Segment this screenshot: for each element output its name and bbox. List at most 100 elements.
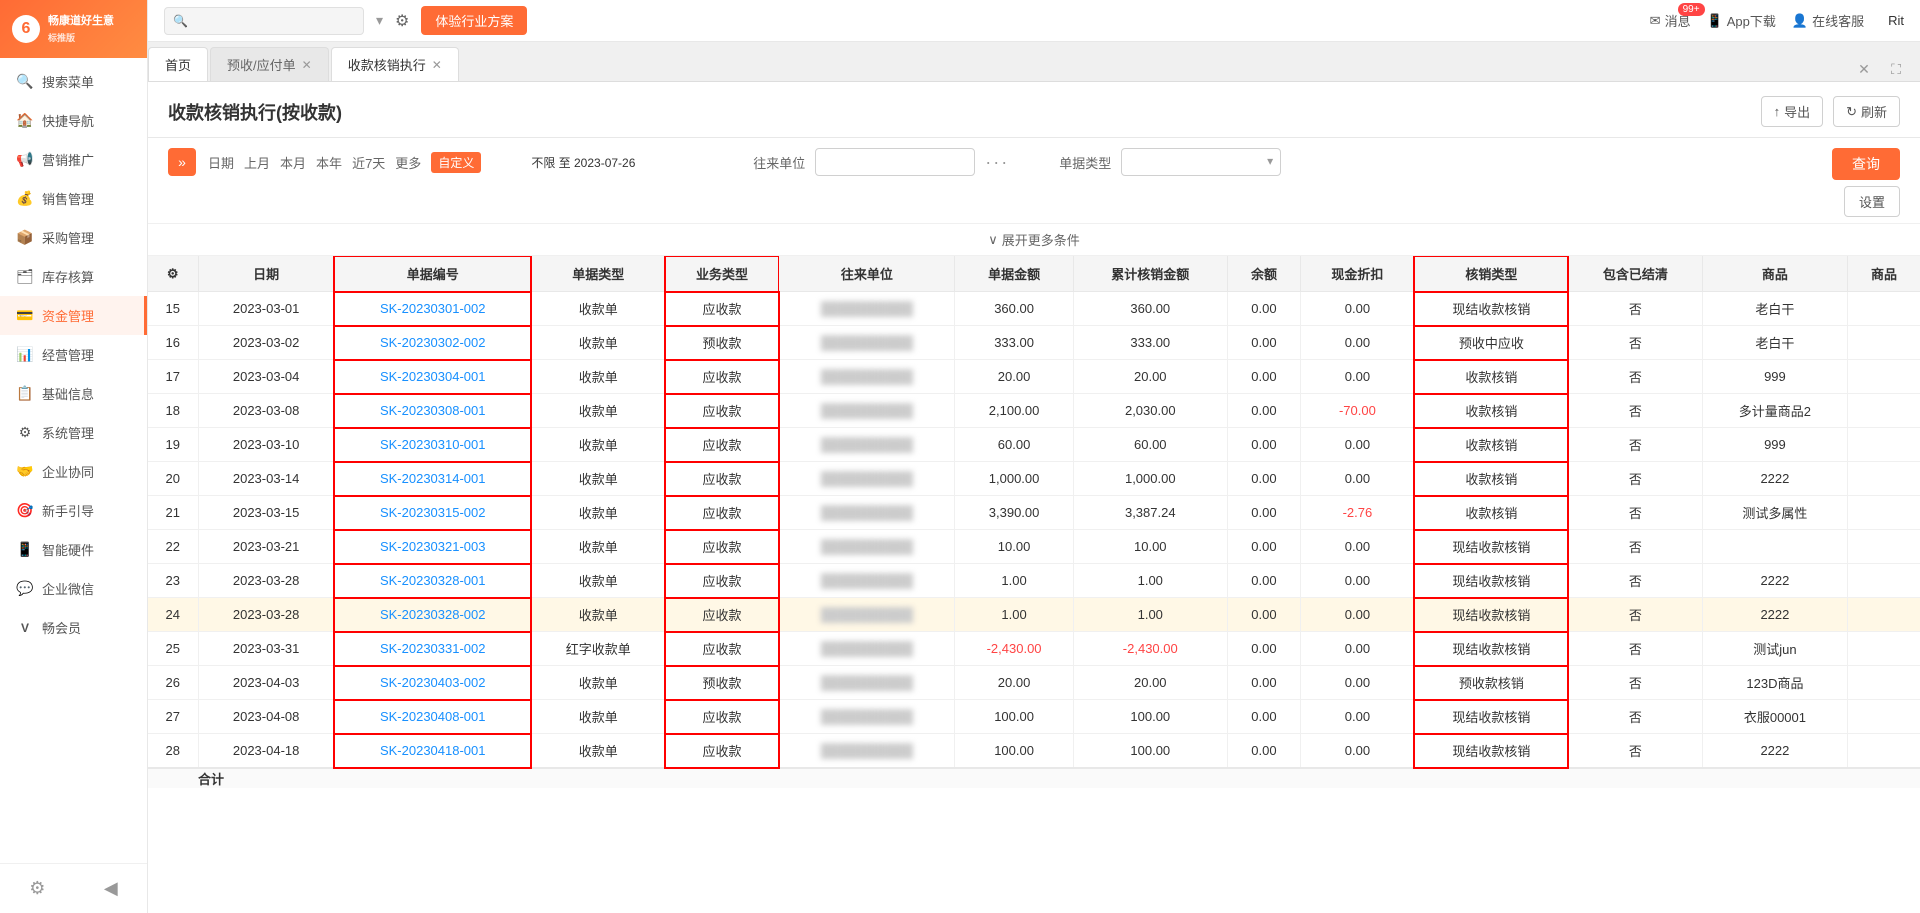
industry-btn[interactable]: 体验行业方案 [421, 6, 527, 35]
close-window-btn[interactable]: ✕ [1852, 57, 1876, 81]
sidebar-item-marketing[interactable]: 📢 营销推广 [0, 140, 147, 179]
sidebar: 6 畅康道好生意 标推版 🔍 搜索菜单 🏠 快捷导航 📢 营销推广 💰 销售管理… [0, 0, 148, 913]
col-header-gear[interactable]: ⚙ [148, 256, 198, 292]
doc-no-link[interactable]: SK-20230418-001 [380, 743, 486, 758]
tab-home[interactable]: 首页 [148, 47, 208, 81]
settings-icon[interactable]: ⚙ [395, 11, 409, 31]
date-opt-7days[interactable]: 近7天 [352, 153, 385, 172]
row-doc-no[interactable]: SK-20230328-002 [334, 598, 531, 632]
sidebar-item-hardware[interactable]: 📱 智能硬件 [0, 530, 147, 569]
row-doc-no[interactable]: SK-20230314-001 [334, 462, 531, 496]
tab-prepay-close[interactable]: ✕ [302, 58, 312, 72]
row-doc-no[interactable]: SK-20230308-001 [334, 394, 531, 428]
row-balance: 0.00 [1227, 530, 1300, 564]
doc-no-link[interactable]: SK-20230304-001 [380, 369, 486, 384]
dropdown-arrow[interactable]: ▾ [376, 12, 383, 29]
sidebar-item-purchase[interactable]: 📦 采购管理 [0, 218, 147, 257]
sidebar-item-basic[interactable]: 📋 基础信息 [0, 374, 147, 413]
doc-no-link[interactable]: SK-20230331-002 [380, 641, 486, 656]
row-verify-type: 现结收款核销 [1414, 632, 1568, 666]
filter-toggle-btn[interactable]: » [168, 148, 196, 176]
row-doc-no[interactable]: SK-20230302-002 [334, 326, 531, 360]
query-btn[interactable]: 查询 [1832, 148, 1900, 180]
row-balance: 0.00 [1227, 666, 1300, 700]
tab-prepay[interactable]: 预收/应付单 ✕ [210, 47, 329, 81]
sidebar-item-inventory[interactable]: 🗂 库存核算 [0, 257, 147, 296]
row-verify-type: 现结收款核销 [1414, 734, 1568, 769]
date-opt-more[interactable]: 更多 [395, 153, 421, 172]
message-btn[interactable]: ✉ 消息 99+ [1650, 11, 1691, 30]
support-btn[interactable]: 👤 在线客服 [1792, 11, 1864, 30]
row-doc-type: 收款单 [531, 496, 665, 530]
doc-no-link[interactable]: SK-20230314-001 [380, 471, 486, 486]
app-name: 畅康道好生意 [48, 14, 114, 28]
row-doc-no[interactable]: SK-20230403-002 [334, 666, 531, 700]
date-opt-thisyear[interactable]: 本年 [316, 153, 342, 172]
doc-no-link[interactable]: SK-20230321-003 [380, 539, 486, 554]
doc-no-link[interactable]: SK-20230302-002 [380, 335, 486, 350]
date-custom-btn[interactable]: 自定义 [431, 152, 481, 173]
row-doc-no[interactable]: SK-20230321-003 [334, 530, 531, 564]
tab-collection[interactable]: 收款核销执行 ✕ [331, 47, 459, 81]
row-partner: ██████████ [779, 326, 955, 360]
row-date: 2023-03-08 [198, 394, 334, 428]
receipt-type-select[interactable] [1121, 148, 1281, 176]
doc-no-link[interactable]: SK-20230315-002 [380, 505, 486, 520]
doc-no-link[interactable]: SK-20230310-001 [380, 437, 486, 452]
doc-no-link[interactable]: SK-20230328-002 [380, 607, 486, 622]
table-footer-row: 合计 [148, 768, 1920, 788]
sidebar-item-guide[interactable]: 🎯 新手引导 [0, 491, 147, 530]
row-doc-type: 收款单 [531, 734, 665, 769]
row-amount: 1.00 [955, 598, 1073, 632]
expand-more-btn[interactable]: ∨ 展开更多条件 [988, 230, 1080, 249]
row-biz-type: 应收款 [665, 734, 779, 769]
doc-no-link[interactable]: SK-20230403-002 [380, 675, 486, 690]
row-doc-no[interactable]: SK-20230331-002 [334, 632, 531, 666]
doc-no-link[interactable]: SK-20230301-002 [380, 301, 486, 316]
row-verify-type: 收款核销 [1414, 394, 1568, 428]
maximize-btn[interactable]: ⛶ [1884, 57, 1908, 81]
doc-no-link[interactable]: SK-20230308-001 [380, 403, 486, 418]
sidebar-item-system[interactable]: ⚙ 系统管理 [0, 413, 147, 452]
row-doc-no[interactable]: SK-20230304-001 [334, 360, 531, 394]
doc-no-link[interactable]: SK-20230328-001 [380, 573, 486, 588]
row-no: 17 [148, 360, 198, 394]
sidebar-footer: ⚙ ◀ [0, 863, 147, 913]
tab-collection-close[interactable]: ✕ [432, 58, 442, 72]
filter-settings-btn[interactable]: 设置 [1844, 186, 1900, 217]
collapse-btn[interactable]: ◀ [98, 872, 124, 905]
sidebar-item-quick[interactable]: 🏠 快捷导航 [0, 101, 147, 140]
search-box[interactable]: 🔍 [164, 7, 364, 35]
row-partner: ██████████ [779, 428, 955, 462]
sidebar-item-search[interactable]: 🔍 搜索菜单 [0, 62, 147, 101]
app-download-btn[interactable]: 📱 App下载 [1707, 11, 1776, 30]
row-doc-no[interactable]: SK-20230408-001 [334, 700, 531, 734]
user-name[interactable]: Rit [1888, 13, 1904, 28]
row-partner: ██████████ [779, 360, 955, 394]
doc-no-link[interactable]: SK-20230408-001 [380, 709, 486, 724]
partner-input[interactable] [815, 148, 975, 176]
refresh-btn[interactable]: ↻ 刷新 [1833, 96, 1900, 127]
row-doc-no[interactable]: SK-20230328-001 [334, 564, 531, 598]
sidebar-item-sales[interactable]: 💰 销售管理 [0, 179, 147, 218]
row-balance: 0.00 [1227, 462, 1300, 496]
export-btn[interactable]: ↑ 导出 [1761, 96, 1824, 127]
sidebar-item-enterprise[interactable]: 🤝 企业协同 [0, 452, 147, 491]
row-goods: 测试jun [1702, 632, 1847, 666]
date-opt-thismonth[interactable]: 本月 [280, 153, 306, 172]
row-goods: 2222 [1702, 598, 1847, 632]
sidebar-item-operation[interactable]: 📊 经营管理 [0, 335, 147, 374]
sidebar-item-wechat[interactable]: 💬 企业微信 [0, 569, 147, 608]
sidebar-item-member[interactable]: V 畅会员 [0, 608, 147, 647]
date-opt-lastmonth[interactable]: 上月 [244, 153, 270, 172]
sidebar-item-finance[interactable]: 💳 资金管理 [0, 296, 147, 335]
row-doc-no[interactable]: SK-20230315-002 [334, 496, 531, 530]
row-amount: 360.00 [955, 292, 1073, 326]
row-doc-no[interactable]: SK-20230418-001 [334, 734, 531, 769]
row-no: 26 [148, 666, 198, 700]
settings-footer-btn[interactable]: ⚙ [23, 872, 51, 905]
row-goods-img [1848, 428, 1920, 462]
chevron-down-icon: ∨ [988, 232, 998, 248]
row-doc-no[interactable]: SK-20230310-001 [334, 428, 531, 462]
row-doc-no[interactable]: SK-20230301-002 [334, 292, 531, 326]
